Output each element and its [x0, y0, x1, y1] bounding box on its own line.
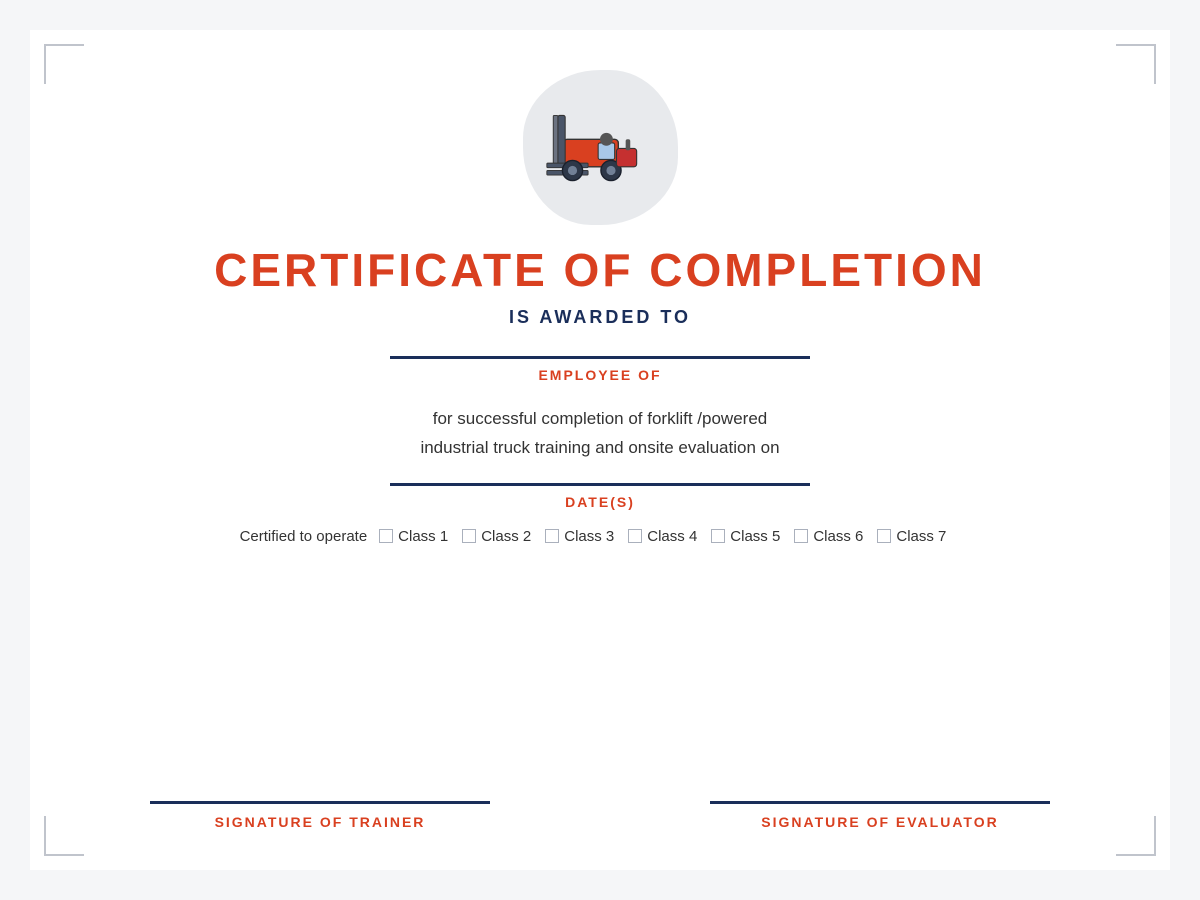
class-3-label: Class 3 [564, 528, 614, 545]
dates-label: DATE(S) [390, 494, 810, 510]
employee-of-label: EMPLOYEE OF [390, 367, 810, 383]
class-item-7: Class 7 [877, 528, 946, 545]
corner-bracket-tr [1116, 44, 1156, 84]
awarded-to-label: IS AWARDED TO [509, 307, 691, 328]
certificate-title: CERTIFICATE OF COMPLETION [214, 243, 986, 297]
class-2-checkbox[interactable] [462, 529, 476, 543]
class-item-6: Class 6 [794, 528, 863, 545]
trainer-underline [150, 801, 490, 804]
certificate: CERTIFICATE OF COMPLETION IS AWARDED TO … [30, 30, 1170, 870]
class-item-1: Class 1 [379, 528, 448, 545]
class-3-checkbox[interactable] [545, 529, 559, 543]
trainer-signature-block: SIGNATURE OF TRAINER [150, 801, 490, 830]
forklift-icon-container [523, 70, 678, 225]
class-item-4: Class 4 [628, 528, 697, 545]
class-7-label: Class 7 [896, 528, 946, 545]
date-underline [390, 483, 810, 486]
class-5-label: Class 5 [730, 528, 780, 545]
class-5-checkbox[interactable] [711, 529, 725, 543]
corner-bracket-br [1116, 816, 1156, 856]
date-section: DATE(S) [390, 483, 810, 510]
class-item-2: Class 2 [462, 528, 531, 545]
corner-bracket-tl [44, 44, 84, 84]
evaluator-signature-block: SIGNATURE OF EVALUATOR [710, 801, 1050, 830]
class-7-checkbox[interactable] [877, 529, 891, 543]
name-underline [390, 356, 810, 359]
signatures-row: SIGNATURE OF TRAINER SIGNATURE OF EVALUA… [90, 801, 1110, 830]
class-item-5: Class 5 [711, 528, 780, 545]
classes-row: Certified to operate Class 1 Class 2 Cla… [90, 528, 1110, 545]
class-6-checkbox[interactable] [794, 529, 808, 543]
class-4-checkbox[interactable] [628, 529, 642, 543]
class-1-label: Class 1 [398, 528, 448, 545]
description-text: for successful completion of forklift /p… [420, 405, 779, 463]
corner-bracket-bl [44, 816, 84, 856]
class-4-label: Class 4 [647, 528, 697, 545]
class-6-label: Class 6 [813, 528, 863, 545]
class-item-3: Class 3 [545, 528, 614, 545]
certified-label: Certified to operate [240, 528, 368, 545]
class-1-checkbox[interactable] [379, 529, 393, 543]
class-2-label: Class 2 [481, 528, 531, 545]
evaluator-underline [710, 801, 1050, 804]
forklift-icon [545, 103, 655, 193]
evaluator-signature-label: SIGNATURE OF EVALUATOR [710, 814, 1050, 830]
name-section: EMPLOYEE OF [390, 356, 810, 383]
trainer-signature-label: SIGNATURE OF TRAINER [150, 814, 490, 830]
